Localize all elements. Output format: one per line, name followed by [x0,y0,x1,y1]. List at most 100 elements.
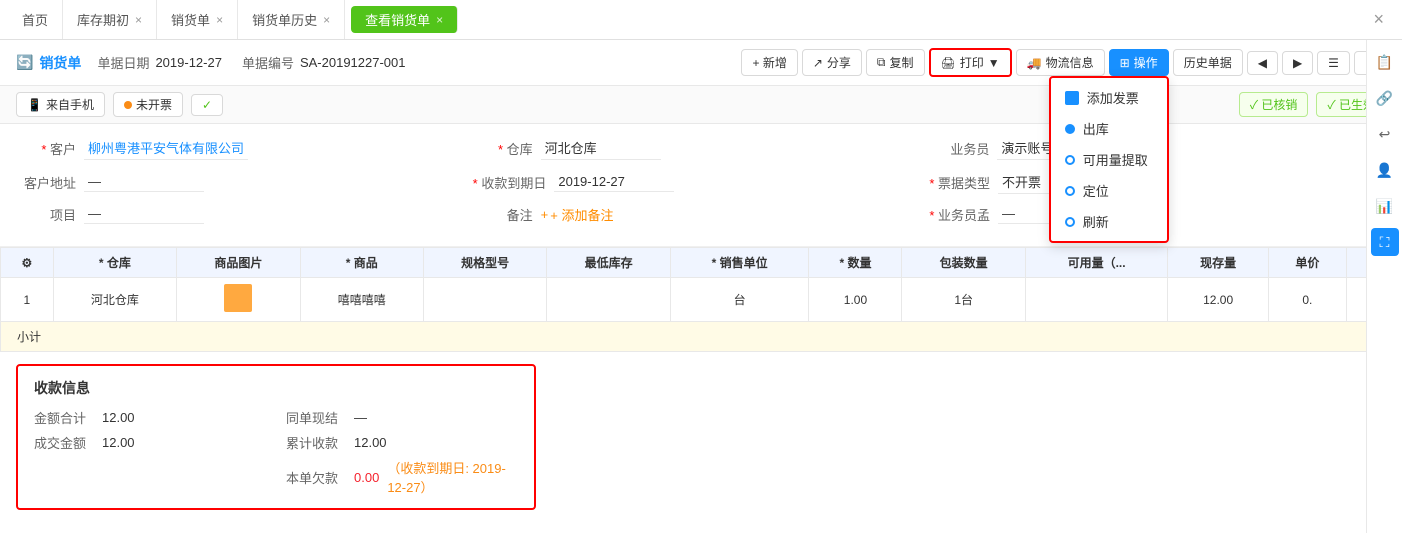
same-order-item: 同单现结 — [286,408,518,427]
refresh-item[interactable]: 刷新 [1051,206,1167,237]
tab-close-sales[interactable]: × [216,13,223,27]
operate-icon: ⊞ [1120,56,1130,70]
copy-button[interactable]: ⧉ 复制 [866,49,925,76]
orange-dot-icon [124,101,132,109]
sidebar-icon-link[interactable]: 🔗 [1371,84,1399,112]
locate-item[interactable]: 定位 [1051,175,1167,206]
next-record-button[interactable]: ▶ [1282,51,1313,75]
tab-sales-order[interactable]: 销货单 × [157,0,238,39]
doc-number-field: 单据编号 SA-20191227-001 [242,53,406,72]
tab-inventory-init[interactable]: 库存期初 × [63,0,157,39]
row-unit: 台 [670,278,809,322]
add-note-button[interactable]: + + 添加备注 [541,205,614,224]
balance-value: 0.00 [354,470,379,485]
outbound-icon [1065,124,1075,134]
subtotal-label: 小计 [1,322,1402,352]
confirm-button[interactable]: ✓ [191,94,223,116]
col-unit: * 销售单位 [670,248,809,278]
col-current-stock: 现存量 [1168,248,1269,278]
history-button[interactable]: 历史单据 [1173,49,1243,76]
window-close-button[interactable]: × [1363,9,1394,30]
tab-sales-history[interactable]: 销货单历史 × [238,0,345,39]
available-qty-item[interactable]: 可用量提取 [1051,144,1167,175]
operate-dropdown-menu: 添加发票 出库 可用量提取 定位 [1049,76,1169,243]
doc-header: 🔄 销货单 单据日期 2019-12-27 单据编号 SA-20191227-0… [0,40,1402,86]
share-button[interactable]: ↗ 分享 [802,49,862,76]
row-index: 1 [1,278,54,322]
refresh-icon [1065,217,1075,227]
product-image [224,284,252,312]
row-available [1025,278,1167,322]
transaction-value: 12.00 [102,435,135,450]
tab-view-sales[interactable]: 查看销货单 × [351,6,458,33]
tab-close-inventory[interactable]: × [135,13,142,27]
action-bar: 📱 来自手机 未开票 ✓ ✓ 已核销 ✓ 已生效 [0,86,1402,124]
tab-home[interactable]: 首页 [8,0,63,39]
row-image [177,278,300,322]
row-min-stock [547,278,670,322]
doc-title: 🔄 销货单 [16,53,81,73]
doc-icon: 🔄 [16,54,33,71]
operate-button[interactable]: ⊞ 操作 [1109,49,1169,76]
staff2-label: 业务员孟 [929,205,990,224]
right-sidebar: 📋 🔗 ↩ 👤 📊 ⛶ [1366,40,1402,533]
not-open-ticket-button[interactable]: 未开票 [113,92,183,117]
note-field: 备注 + + 添加备注 [473,205,930,224]
locate-icon [1065,186,1075,196]
print-dropdown-icon: ▼ [988,56,1000,70]
already-sold-badge: ✓ 已核销 [1239,92,1309,117]
customer-value[interactable]: 柳州粤港平安气体有限公司 [84,136,248,160]
accumulated-label: 累计收款 [286,433,346,452]
copy-icon: ⧉ [877,55,886,70]
prev-record-button[interactable]: ◀ [1247,51,1278,75]
due-date-value: 2019-12-27 [554,172,674,192]
sidebar-icon-user[interactable]: 👤 [1371,156,1399,184]
balance-item: 本单欠款 0.00 （收款到期日: 2019-12-27） [286,458,518,496]
subtotal-row: 小计 [1,322,1402,352]
sidebar-icon-return[interactable]: ↩ [1371,120,1399,148]
transaction-item: 成交金额 12.00 [34,433,266,452]
amount-total-value: 12.00 [102,410,135,425]
table-row: 1 河北仓库 嘻嘻嘻嘻 台 1.00 1台 12.00 0. [1,278,1402,322]
check-icon: ✓ [202,98,212,112]
form-row-1: 客户 柳州粤港平安气体有限公司 仓库 河北仓库 业务员 演示账号 [16,136,1386,160]
ticket-type-label: 票据类型 [929,173,990,192]
view-mode-list[interactable]: ☰ [1317,51,1350,75]
from-phone-button[interactable]: 📱 来自手机 [16,92,105,117]
same-order-value: — [354,410,367,425]
warehouse-label: 仓库 [473,139,533,158]
transaction-label: 成交金额 [34,433,94,452]
col-price: 单价 [1268,248,1346,278]
col-qty: * 数量 [809,248,902,278]
print-button[interactable]: 🖨 打印 ▼ [929,48,1012,77]
balance-label: 本单欠款 [286,468,346,487]
truck-icon: 🚚 [1027,56,1042,70]
warehouse-field: 仓库 河北仓库 [473,136,930,160]
sidebar-icon-expand[interactable]: ⛶ [1371,228,1399,256]
toolbar: + 新增 ↗ 分享 ⧉ 复制 🖨 打印 ▼ 🚚 物流信息 ⊞ [741,48,1386,77]
project-value: — [84,204,204,224]
add-invoice-item[interactable]: 添加发票 [1051,82,1167,113]
new-button[interactable]: + 新增 [741,49,797,76]
col-gear: ⚙ [1,248,54,278]
sidebar-icon-chart[interactable]: 📊 [1371,192,1399,220]
accumulated-value: 12.00 [354,435,387,450]
row-price: 0. [1268,278,1346,322]
logistics-button[interactable]: 🚚 物流信息 [1016,49,1105,76]
staff-label: 业务员 [929,139,989,158]
accumulated-item: 累计收款 12.00 [286,433,518,452]
col-min-stock: 最低库存 [547,248,670,278]
operate-dropdown: ⊞ 操作 添加发票 出库 可用量提取 [1109,49,1169,76]
due-date-label: 收款到期日 [473,173,547,192]
amount-total-label: 金额合计 [34,408,94,427]
row-product: 嘻嘻嘻嘻 [300,278,423,322]
outbound-item[interactable]: 出库 [1051,113,1167,144]
tab-close-history[interactable]: × [323,13,330,27]
row-pack-qty: 1台 [902,278,1025,322]
tab-close-view[interactable]: × [436,13,443,27]
sidebar-icon-clipboard[interactable]: 📋 [1371,48,1399,76]
status-badges: ✓ 已核销 ✓ 已生效 [1239,92,1386,117]
payment-grid: 金额合计 12.00 同单现结 — 成交金额 12.00 累计收款 12.00 … [34,408,518,496]
main-content: 🔄 销货单 单据日期 2019-12-27 单据编号 SA-20191227-0… [0,40,1402,533]
note-label: 备注 [473,205,533,224]
